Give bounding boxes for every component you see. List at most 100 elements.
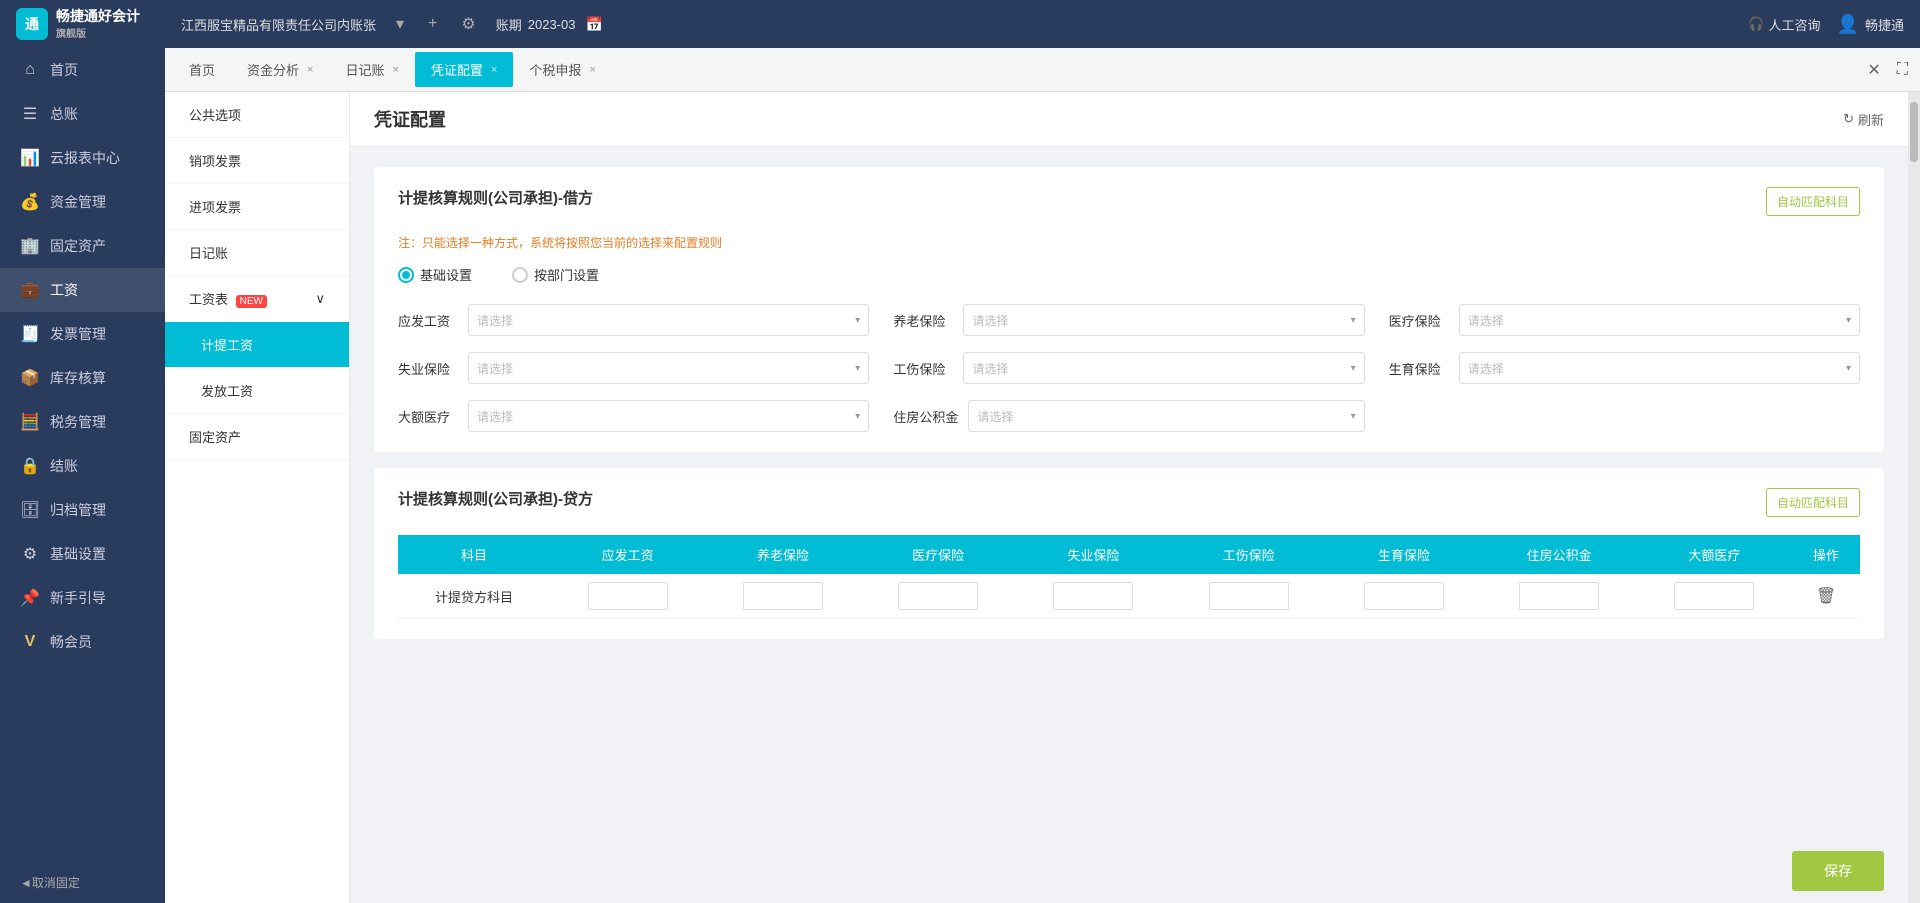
company-dropdown-btn[interactable]: ▾ [392, 10, 408, 38]
scroll-content[interactable]: 计提核算规则(公司承担)-借方 自动匹配科目 注：只能选择一种方式，系统将按照您… [350, 147, 1908, 839]
th-maternity: 生育保险 [1326, 535, 1481, 574]
logo-area: 通 畅捷通好会计 旗舰版 [16, 8, 181, 40]
credit-table: 科目 应发工资 养老保险 医疗保险 失业保险 工伤保险 生育保险 住房公积金 大… [398, 535, 1860, 619]
invoice-icon: 🧾 [20, 324, 40, 344]
unemployment-select[interactable]: 请选择 ▾ [468, 352, 869, 384]
th-payroll: 应发工资 [550, 535, 705, 574]
row-injury-input[interactable] [1209, 582, 1289, 610]
sidebar-label-salary: 工资 [50, 280, 78, 300]
field-pension: 养老保险 请选择 ▾ [893, 304, 1364, 336]
left-nav: 公共选项 销项发票 进项发票 日记账 工资表 NEW ∨ 计提工资 [165, 92, 350, 903]
close-all-tab-btn[interactable]: ✕ [1863, 56, 1884, 84]
sidebar-item-salary[interactable]: 💼 工资 [0, 268, 165, 312]
sidebar-label-settings: 基础设置 [50, 544, 106, 564]
maternity-select[interactable]: 请选择 ▾ [1459, 352, 1860, 384]
chevron-down-icon: ∨ [315, 291, 325, 307]
large-medical-select[interactable]: 请选择 ▾ [468, 400, 869, 432]
add-account-btn[interactable]: + [424, 11, 441, 37]
row-payroll-input[interactable] [588, 582, 668, 610]
payroll-select[interactable]: 请选择 ▾ [468, 304, 869, 336]
main-panel: 凭证配置 ↻ 刷新 计提核算规则(公司承担)-借方 自动匹配科目 注：只能 [350, 92, 1908, 903]
scrollbar-thumb[interactable] [1910, 102, 1918, 162]
sidebar-item-reports[interactable]: 📊 云报表中心 [0, 136, 165, 180]
debit-warning: 注：只能选择一种方式，系统将按照您当前的选择来配置规则 [398, 234, 1860, 251]
radio-department[interactable]: 按部门设置 [512, 265, 599, 284]
row-unemployment-input-cell [1016, 574, 1171, 619]
sidebar-label-invoice: 发票管理 [50, 324, 106, 344]
left-nav-sales[interactable]: 销项发票 [165, 138, 349, 184]
inventory-icon: 📦 [20, 368, 40, 388]
member-icon: V [20, 633, 40, 651]
row-large-medical-input[interactable] [1674, 582, 1754, 610]
row-housing-input[interactable] [1519, 582, 1599, 610]
save-button[interactable]: 保存 [1792, 851, 1884, 891]
sidebar-label-reports: 云报表中心 [50, 148, 120, 168]
service-btn[interactable]: 🎧 人工咨询 [1748, 15, 1820, 34]
tab-capital-close[interactable]: × [307, 64, 313, 76]
field-injury: 工伤保险 请选择 ▾ [893, 352, 1364, 384]
credit-auto-match-btn[interactable]: 自动匹配科目 [1766, 488, 1860, 517]
tab-journal-close[interactable]: × [392, 64, 398, 76]
cancel-fixed-btn[interactable]: ◄取消固定 [0, 862, 165, 903]
tab-home[interactable]: 首页 [173, 52, 231, 87]
medical-select[interactable]: 请选择 ▾ [1459, 304, 1860, 336]
left-nav-pay[interactable]: 发放工资 [165, 368, 349, 414]
sidebar-item-settings[interactable]: ⚙ 基础设置 [0, 532, 165, 576]
debit-form-grid: 应发工资 请选择 ▾ 养老保险 请选择 ▾ [398, 304, 1860, 432]
left-nav-accrual[interactable]: 计提工资 [165, 322, 349, 368]
period-value: 2023-03 [528, 17, 576, 32]
debit-auto-match-btn[interactable]: 自动匹配科目 [1766, 187, 1860, 216]
sidebar-item-guide[interactable]: 📌 新手引导 [0, 576, 165, 620]
row-maternity-input[interactable] [1364, 582, 1444, 610]
row-medical-input[interactable] [898, 582, 978, 610]
left-nav-purchase[interactable]: 进项发票 [165, 184, 349, 230]
sidebar-label-assets: 固定资产 [50, 236, 106, 256]
refresh-btn[interactable]: ↻ 刷新 [1843, 110, 1884, 129]
tab-voucher[interactable]: 凭证配置 × [415, 52, 513, 87]
user-area[interactable]: 👤 畅捷通 [1837, 14, 1904, 35]
sidebar-item-inventory[interactable]: 📦 库存核算 [0, 356, 165, 400]
sidebar-label-ledger: 总账 [50, 104, 78, 124]
row-pension-input[interactable] [743, 582, 823, 610]
refresh-label: 刷新 [1858, 110, 1884, 129]
tab-tax-close[interactable]: × [589, 64, 595, 76]
housing-fund-select[interactable]: 请选择 ▾ [968, 400, 1364, 432]
left-nav-journal[interactable]: 日记账 [165, 230, 349, 276]
tab-capital[interactable]: 资金分析 × [231, 52, 329, 87]
left-nav-salary-table-group[interactable]: 工资表 NEW ∨ [165, 276, 349, 322]
tab-bar: 首页 资金分析 × 日记账 × 凭证配置 × 个税申报 × ✕ ⛶ [165, 48, 1920, 92]
settings-btn[interactable]: ⚙ [457, 10, 479, 38]
unemployment-placeholder: 请选择 [477, 360, 513, 377]
radio-basic[interactable]: 基础设置 [398, 265, 472, 284]
tab-voucher-close[interactable]: × [491, 64, 497, 76]
user-name: 畅捷通 [1865, 15, 1904, 34]
left-nav-fixed-assets[interactable]: 固定资产 [165, 414, 349, 460]
sidebar-item-close[interactable]: 🔒 结账 [0, 444, 165, 488]
tab-journal[interactable]: 日记账 × [329, 52, 414, 87]
unemployment-arrow-icon: ▾ [855, 363, 860, 374]
large-medical-label: 大额医疗 [398, 407, 458, 426]
field-medical: 医疗保险 请选择 ▾ [1389, 304, 1860, 336]
headset-icon: 🎧 [1748, 16, 1764, 32]
sidebar-item-invoice[interactable]: 🧾 发票管理 [0, 312, 165, 356]
sidebar-item-home[interactable]: ⌂ 首页 [0, 48, 165, 92]
expand-tab-btn[interactable]: ⛶ [1893, 56, 1912, 84]
sidebar-item-archive[interactable]: 🗄 归档管理 [0, 488, 165, 532]
calendar-btn[interactable]: 📅 [581, 12, 606, 37]
delete-row-icon[interactable]: 🗑 [1816, 588, 1836, 605]
guide-icon: 📌 [20, 588, 40, 608]
tab-capital-label: 资金分析 [247, 60, 299, 79]
sidebar-item-capital[interactable]: 💰 资金管理 [0, 180, 165, 224]
left-nav-public[interactable]: 公共选项 [165, 92, 349, 138]
pension-select[interactable]: 请选择 ▾ [963, 304, 1364, 336]
sidebar-item-assets[interactable]: 🏢 固定资产 [0, 224, 165, 268]
scrollbar-track[interactable] [1908, 92, 1920, 903]
row-unemployment-input[interactable] [1053, 582, 1133, 610]
injury-select[interactable]: 请选择 ▾ [963, 352, 1364, 384]
sidebar-item-tax[interactable]: 🧮 税务管理 [0, 400, 165, 444]
medical-placeholder: 请选择 [1468, 312, 1504, 329]
refresh-icon: ↻ [1843, 111, 1854, 127]
tab-tax[interactable]: 个税申报 × [513, 52, 611, 87]
sidebar-item-ledger[interactable]: ☰ 总账 [0, 92, 165, 136]
sidebar-item-member[interactable]: V 畅会员 [0, 620, 165, 664]
